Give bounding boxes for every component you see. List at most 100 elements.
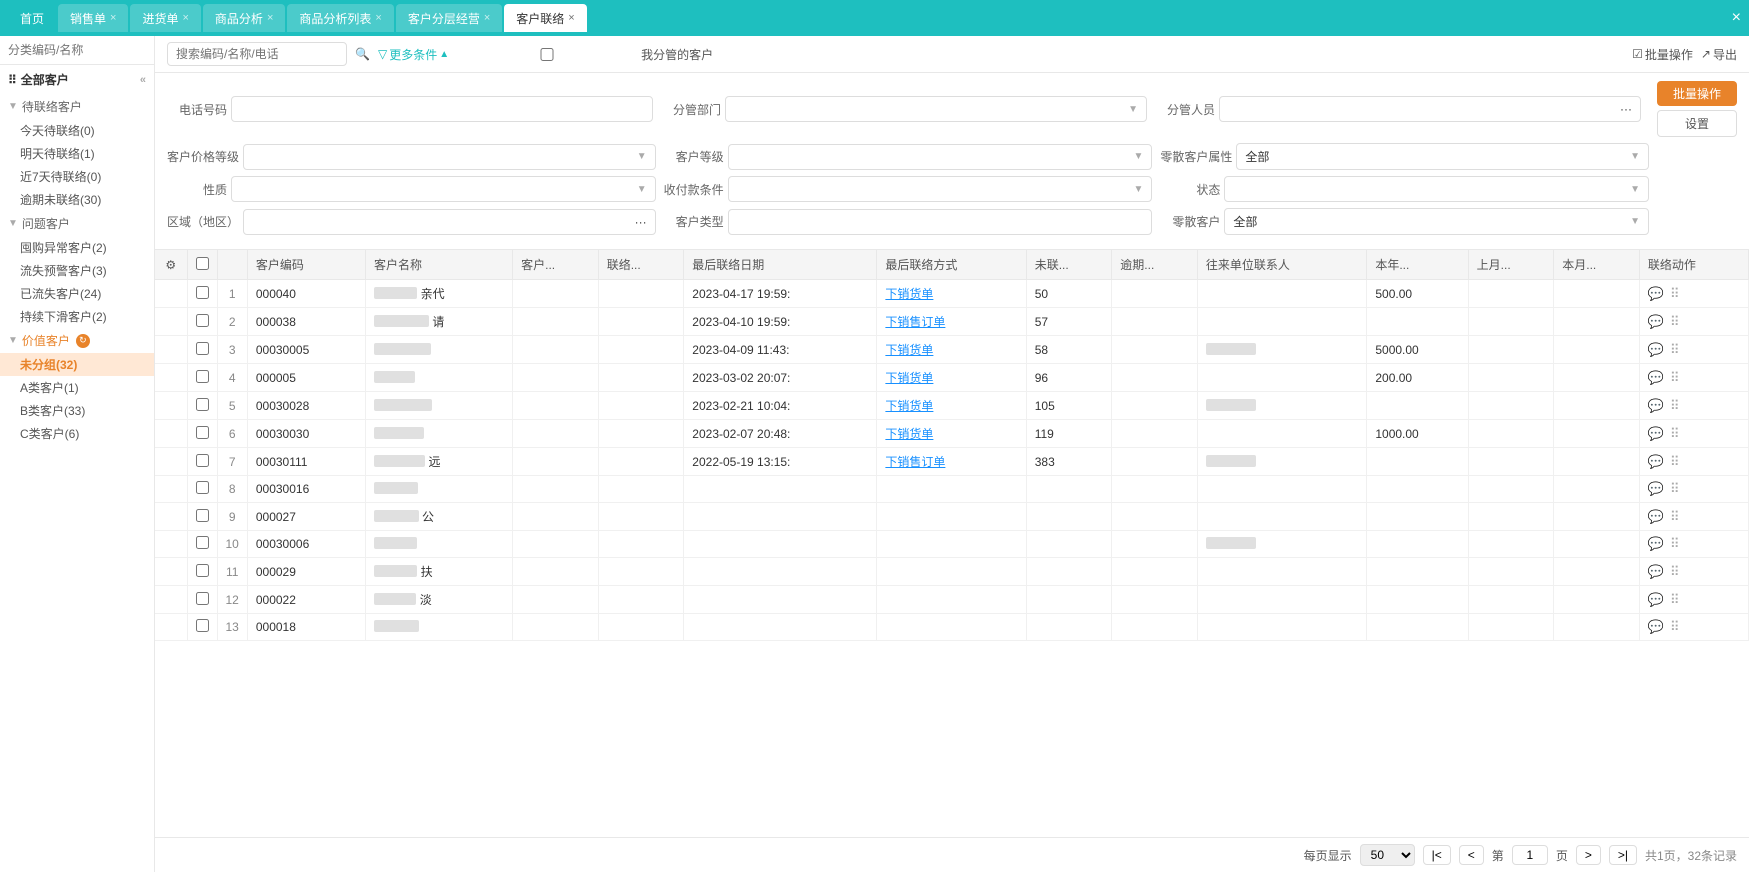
filter-customer-type-input[interactable] — [728, 209, 1153, 235]
th-type[interactable]: 客户... — [513, 250, 599, 280]
query-button[interactable]: 批量操作 — [1657, 81, 1737, 106]
close-customer-contact-icon[interactable]: × — [568, 12, 574, 24]
close-product-analysis-icon[interactable]: × — [267, 12, 273, 24]
row-check-7[interactable] — [187, 476, 217, 503]
row-last-method-9[interactable] — [877, 531, 1026, 558]
row-last-method-11[interactable] — [877, 586, 1026, 614]
row-last-method-0[interactable]: 下销货单 — [877, 280, 1026, 308]
last-page-btn[interactable]: >| — [1609, 845, 1637, 865]
action-chat-icon-6[interactable]: 💬 — [1648, 454, 1664, 470]
filter-customer-level-input[interactable]: ▼ — [728, 144, 1153, 170]
action-chat-icon-4[interactable]: 💬 — [1648, 398, 1664, 414]
row-checkbox-3[interactable] — [196, 370, 209, 383]
filter-retail-customer-input[interactable]: 全部▼ — [1224, 208, 1649, 235]
action-grid-icon-10[interactable]: ⠿ — [1670, 564, 1680, 580]
nav-tab-customer-contact[interactable]: 客户联络 × — [504, 4, 586, 32]
row-last-method-5[interactable]: 下销货单 — [877, 420, 1026, 448]
row-check-6[interactable] — [187, 448, 217, 476]
filter-retail-attr-input[interactable]: 全部▼ — [1236, 143, 1649, 170]
row-check-10[interactable] — [187, 558, 217, 586]
th-last-method[interactable]: 最后联络方式 — [877, 250, 1026, 280]
th-settings[interactable]: ⚙ — [155, 250, 187, 280]
th-last-date[interactable]: 最后联络日期 — [684, 250, 877, 280]
action-grid-icon-12[interactable]: ⠿ — [1670, 619, 1680, 635]
row-check-9[interactable] — [187, 531, 217, 558]
action-chat-icon-1[interactable]: 💬 — [1648, 314, 1664, 330]
action-grid-icon-8[interactable]: ⠿ — [1670, 509, 1680, 525]
th-unit-contact[interactable]: 往来单位联系人 — [1197, 250, 1366, 280]
next-page-btn[interactable]: > — [1576, 845, 1601, 865]
reset-button[interactable]: 设置 — [1657, 110, 1737, 137]
row-check-1[interactable] — [187, 308, 217, 336]
sidebar-search-input[interactable] — [8, 43, 155, 57]
sidebar-item-class-c[interactable]: C类客户(6) — [0, 422, 154, 445]
row-last-method-2[interactable]: 下销货单 — [877, 336, 1026, 364]
nav-tab-purchase[interactable]: 进货单 × — [130, 4, 200, 32]
row-checkbox-11[interactable] — [196, 592, 209, 605]
per-page-select[interactable]: 50 100 200 — [1360, 844, 1415, 866]
th-overdue[interactable]: 逾期... — [1112, 250, 1198, 280]
last-method-link-4[interactable]: 下销货单 — [885, 399, 933, 413]
filter-payment-input[interactable]: ▼ — [728, 176, 1153, 202]
action-chat-icon-3[interactable]: 💬 — [1648, 370, 1664, 386]
row-last-method-10[interactable] — [877, 558, 1026, 586]
filter-dept-input[interactable]: ▼ — [725, 96, 1147, 122]
filter-nature-input[interactable]: ▼ — [231, 176, 656, 202]
row-checkbox-9[interactable] — [196, 536, 209, 549]
nav-tab-product-analysis[interactable]: 商品分析 × — [203, 4, 285, 32]
row-checkbox-0[interactable] — [196, 286, 209, 299]
action-chat-icon-9[interactable]: 💬 — [1648, 536, 1664, 552]
last-method-link-0[interactable]: 下销货单 — [885, 287, 933, 301]
action-grid-icon-6[interactable]: ⠿ — [1670, 454, 1680, 470]
nav-tab-sales[interactable]: 销售单 × — [58, 4, 128, 32]
row-last-method-12[interactable] — [877, 614, 1026, 641]
action-grid-icon-4[interactable]: ⠿ — [1670, 398, 1680, 414]
section-problem-customers[interactable]: ▼ 问题客户 — [0, 211, 154, 236]
all-customers-title[interactable]: ⠿ 全部客户 « — [0, 65, 154, 94]
more-conditions-btn[interactable]: ▽ 更多条件 ▲ — [378, 46, 449, 63]
th-name[interactable]: 客户名称 — [365, 250, 512, 280]
sidebar-item-today-pending[interactable]: 今天待联络(0) — [0, 119, 154, 142]
action-grid-icon-3[interactable]: ⠿ — [1670, 370, 1680, 386]
filter-search-icon[interactable]: 🔍 — [355, 47, 370, 61]
row-checkbox-4[interactable] — [196, 398, 209, 411]
action-grid-icon-7[interactable]: ⠿ — [1670, 481, 1680, 497]
sidebar-item-class-a[interactable]: A类客户(1) — [0, 376, 154, 399]
row-checkbox-10[interactable] — [196, 564, 209, 577]
action-chat-icon-11[interactable]: 💬 — [1648, 592, 1664, 608]
last-method-link-6[interactable]: 下销售订单 — [885, 455, 945, 469]
row-check-12[interactable] — [187, 614, 217, 641]
close-sales-icon[interactable]: × — [110, 12, 116, 24]
th-contact[interactable]: 联络... — [598, 250, 684, 280]
row-last-method-6[interactable]: 下销售订单 — [877, 448, 1026, 476]
row-last-method-1[interactable]: 下销售订单 — [877, 308, 1026, 336]
row-checkbox-1[interactable] — [196, 314, 209, 327]
last-method-link-1[interactable]: 下销售订单 — [885, 315, 945, 329]
sidebar-item-declining[interactable]: 持续下滑客户(2) — [0, 305, 154, 328]
select-all-checkbox[interactable] — [196, 257, 209, 270]
sidebar-item-churn-warning[interactable]: 流失预警客户(3) — [0, 259, 154, 282]
th-checkbox[interactable] — [187, 250, 217, 280]
search-input[interactable] — [167, 42, 347, 66]
sidebar-item-churned[interactable]: 已流失客户(24) — [0, 282, 154, 305]
filter-status-input[interactable]: ▼ — [1224, 176, 1649, 202]
filter-price-input[interactable]: ▼ — [243, 144, 656, 170]
my-customers-checkbox[interactable] — [457, 48, 637, 61]
batch-ops-btn[interactable]: ☑ 批量操作 — [1632, 46, 1693, 63]
action-grid-icon-0[interactable]: ⠿ — [1670, 286, 1680, 302]
sidebar-item-tomorrow-pending[interactable]: 明天待联络(1) — [0, 142, 154, 165]
filter-manager-input[interactable]: ··· — [1219, 96, 1641, 122]
th-last-month[interactable]: 上月... — [1468, 250, 1554, 280]
action-grid-icon-9[interactable]: ⠿ — [1670, 536, 1680, 552]
th-code[interactable]: 客户编码 — [247, 250, 365, 280]
nav-tab-home[interactable]: 首页 — [8, 4, 56, 32]
action-chat-icon-5[interactable]: 💬 — [1648, 426, 1664, 442]
action-chat-icon-7[interactable]: 💬 — [1648, 481, 1664, 497]
nav-tab-customer-segment[interactable]: 客户分层经营 × — [396, 4, 502, 32]
th-this-month[interactable]: 本月... — [1554, 250, 1640, 280]
last-method-link-2[interactable]: 下销货单 — [885, 343, 933, 357]
page-input[interactable] — [1512, 845, 1548, 865]
th-this-year[interactable]: 本年... — [1367, 250, 1468, 280]
sidebar-item-unclassified[interactable]: 未分组(32) — [0, 353, 154, 376]
my-customers-checkbox-container[interactable]: 我分管的客户 — [457, 46, 713, 63]
